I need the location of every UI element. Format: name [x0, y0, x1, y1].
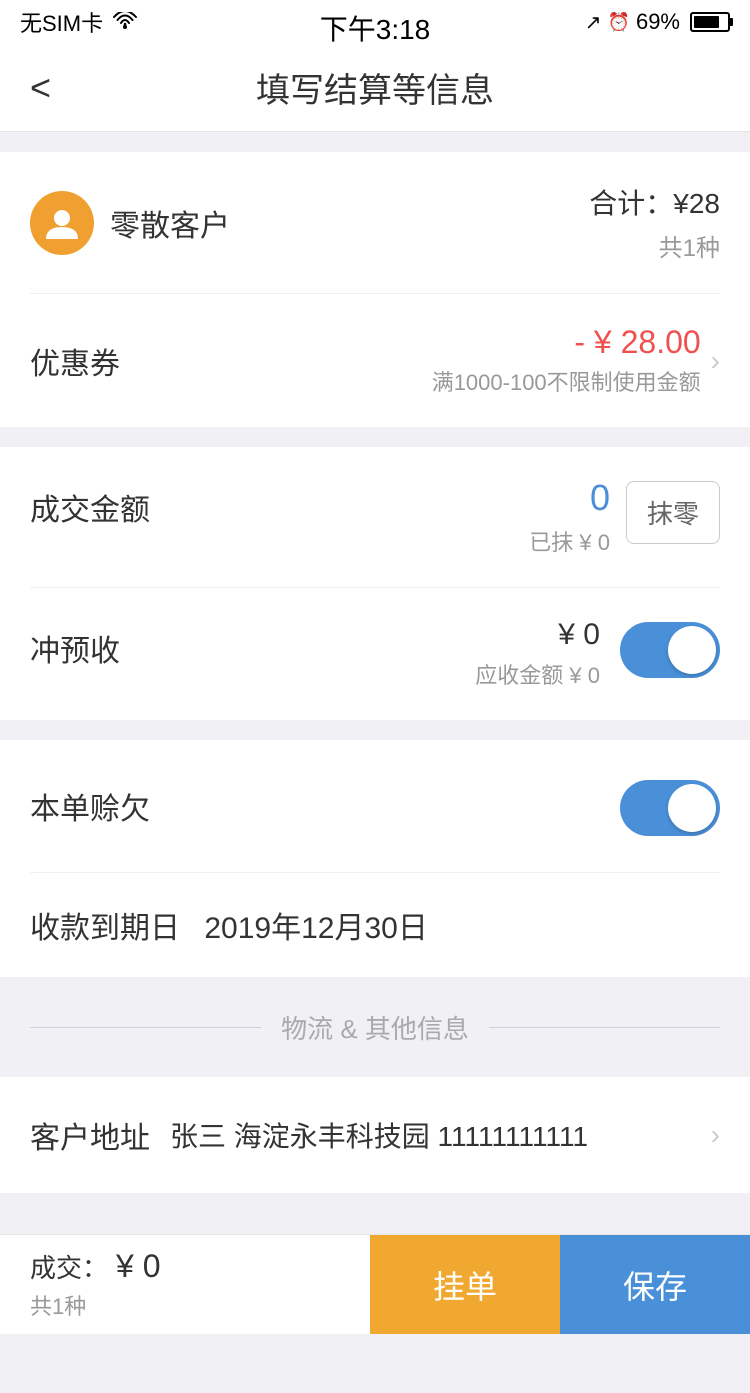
coupon-desc: 满1000-100不限制使用金额: [432, 365, 701, 397]
customer-right: 合计：¥28 共1种: [589, 182, 720, 263]
debit-toggle[interactable]: [620, 780, 720, 836]
amount-value: 0: [529, 477, 610, 519]
logistics-label: 物流 & 其他信息: [261, 1009, 489, 1046]
prepaid-value: ¥ 0: [475, 618, 600, 652]
save-button-label: 保存: [623, 1262, 687, 1308]
prepaid-row: 冲预收 ¥ 0 应收金额 ¥ 0: [30, 587, 720, 720]
bottom-deal-label: 成交：: [30, 1248, 108, 1285]
status-time: 下午3:18: [320, 8, 431, 48]
amount-sub: 已抹 ¥ 0: [529, 525, 610, 557]
toggle-knob: [668, 626, 716, 674]
page-title: 填写结算等信息: [256, 63, 494, 112]
section-divider-1: [0, 132, 750, 152]
bottom-bar: 成交： ¥ 0 共1种 挂单 保存: [0, 1234, 750, 1334]
due-date-value: 2019年12月30日: [204, 912, 427, 945]
status-right: ↗ ⏰ 69%: [585, 9, 730, 35]
amount-value-block: 0 已抹 ¥ 0: [529, 477, 610, 557]
battery-icon: [690, 12, 730, 32]
customer-total: 合计：¥28: [589, 182, 720, 222]
coupon-amount: - ¥ 28.00: [432, 324, 701, 361]
section-divider-2: [0, 427, 750, 447]
coupon-label: 优惠券: [30, 339, 120, 383]
address-value: 张三 海淀永丰科技园 11111111111: [170, 1115, 711, 1155]
prepaid-label: 冲预收: [30, 618, 120, 670]
hold-button-label: 挂单: [433, 1262, 497, 1308]
coupon-right: - ¥ 28.00 满1000-100不限制使用金额 ›: [432, 324, 720, 397]
customer-count: 共1种: [589, 228, 720, 263]
nav-bar: < 填写结算等信息: [0, 44, 750, 132]
prepaid-toggle[interactable]: [620, 622, 720, 678]
debit-row: 本单赊欠: [30, 740, 720, 872]
bottom-deal: 成交： ¥ 0: [30, 1248, 340, 1285]
debit-section: 本单赊欠 收款到期日 2019年12月30日: [0, 740, 750, 977]
status-left: 无SIM卡: [20, 6, 139, 38]
round-button[interactable]: 抹零: [626, 481, 720, 544]
coupon-chevron-icon: ›: [711, 345, 720, 377]
amount-section: 成交金额 0 已抹 ¥ 0 抹零 冲预收 ¥ 0 应收金额 ¥ 0: [0, 447, 750, 720]
customer-name: 零散客户: [110, 201, 230, 245]
debit-toggle-knob: [668, 784, 716, 832]
amount-label: 成交金额: [30, 477, 150, 529]
logistics-section: 物流 & 其他信息: [0, 987, 750, 1067]
customer-left: 零散客户: [30, 191, 230, 255]
carrier-text: 无SIM卡: [20, 6, 103, 38]
bottom-info: 成交： ¥ 0 共1种: [0, 1235, 370, 1334]
customer-avatar: [30, 191, 94, 255]
address-row[interactable]: 客户地址 张三 海淀永丰科技园 11111111111 ›: [30, 1077, 720, 1193]
coupon-row[interactable]: 优惠券 - ¥ 28.00 满1000-100不限制使用金额 ›: [30, 293, 720, 427]
user-icon: [44, 205, 80, 241]
prepaid-right: ¥ 0 应收金额 ¥ 0: [475, 618, 720, 690]
bottom-count: 共1种: [30, 1289, 340, 1321]
prepaid-sub: 应收金额 ¥ 0: [475, 658, 600, 690]
wifi-icon: [111, 12, 139, 32]
address-chevron-icon: ›: [711, 1119, 720, 1151]
coupon-info: - ¥ 28.00 满1000-100不限制使用金额: [432, 324, 701, 397]
due-date-label: 收款到期日 2019年12月30日: [30, 912, 428, 945]
hold-button[interactable]: 挂单: [370, 1235, 560, 1334]
amount-right: 0 已抹 ¥ 0 抹零: [529, 477, 720, 557]
address-section: 客户地址 张三 海淀永丰科技园 11111111111 ›: [0, 1077, 750, 1193]
save-button[interactable]: 保存: [560, 1235, 750, 1334]
battery-text: 69%: [636, 9, 680, 35]
section-divider-5: [0, 1067, 750, 1077]
address-label: 客户地址: [30, 1113, 150, 1157]
debit-label: 本单赊欠: [30, 784, 150, 828]
location-icon: ↗: [585, 10, 602, 35]
bottom-deal-amount: ¥ 0: [116, 1248, 160, 1285]
customer-row: 零散客户 合计：¥28 共1种: [30, 152, 720, 293]
prepaid-value-block: ¥ 0 应收金额 ¥ 0: [475, 618, 600, 690]
alarm-icon: ⏰: [608, 12, 630, 33]
customer-section: 零散客户 合计：¥28 共1种 优惠券 - ¥ 28.00 满1000-100不…: [0, 152, 750, 427]
status-bar: 无SIM卡 下午3:18 ↗ ⏰ 69%: [0, 0, 750, 44]
due-date-row[interactable]: 收款到期日 2019年12月30日: [30, 872, 720, 977]
amount-row: 成交金额 0 已抹 ¥ 0 抹零: [30, 447, 720, 587]
section-divider-4: [0, 977, 750, 987]
back-button[interactable]: <: [30, 67, 51, 109]
section-divider-3: [0, 720, 750, 740]
